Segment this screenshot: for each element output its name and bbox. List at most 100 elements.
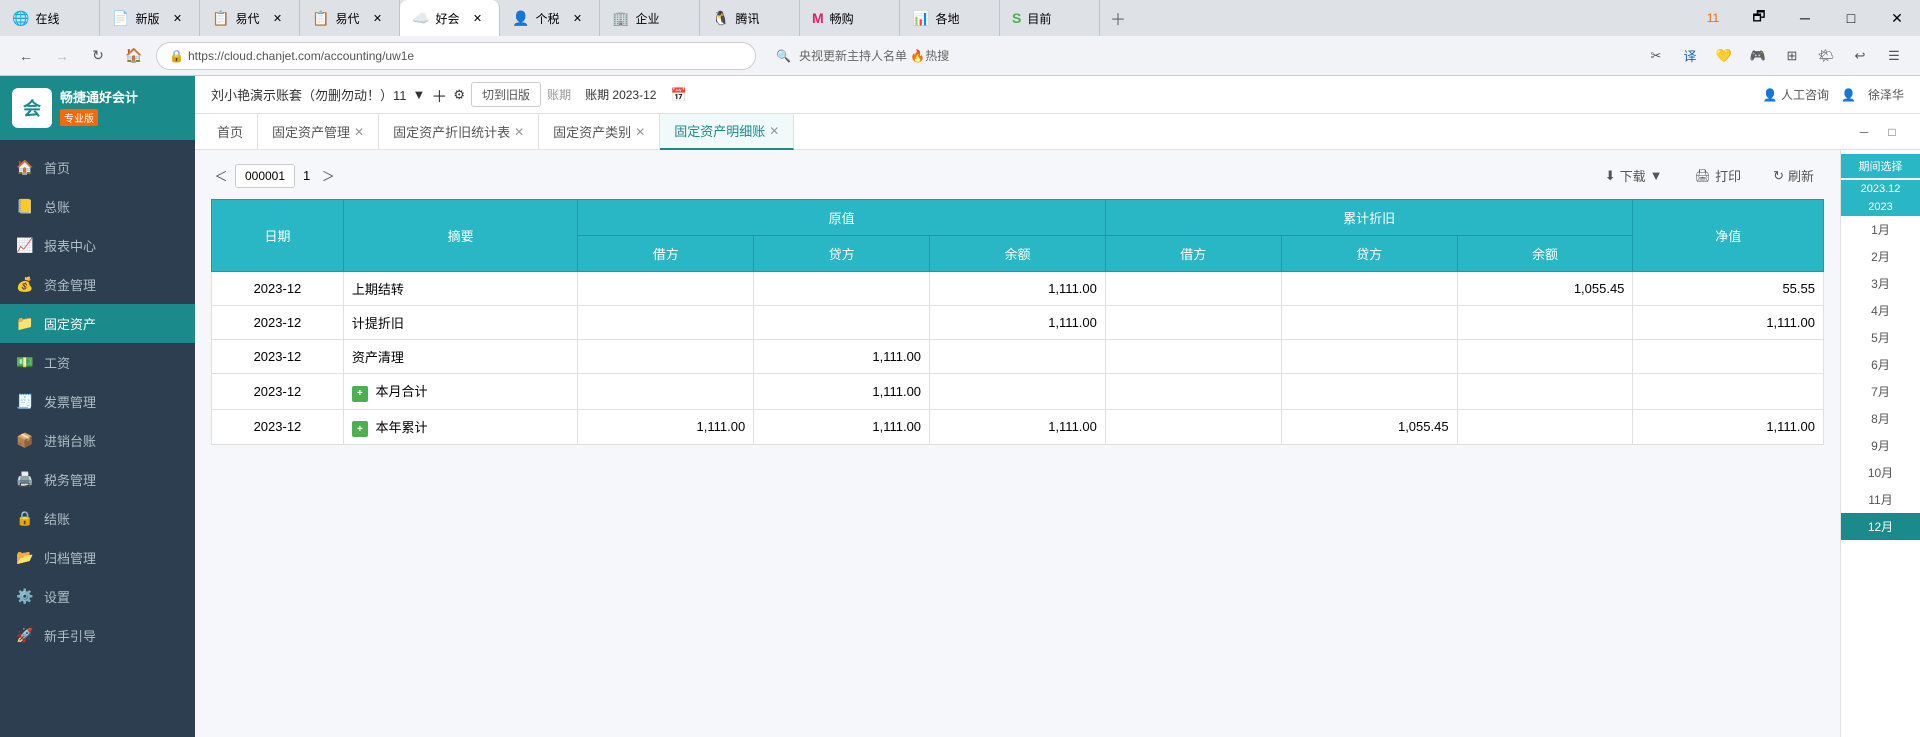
tab-fixed-assets-mgmt[interactable]: 固定资产管理 ✕ [258,114,379,150]
period-month-5[interactable]: 5月 [1841,324,1920,351]
sidebar-item-stock[interactable]: 📦 进销台账 [0,421,195,460]
settings-btn[interactable]: ⚙ [453,87,465,103]
browser-tab-qiye[interactable]: 🏢 企业 [600,0,700,36]
browser-tab-yidai2[interactable]: 📋 易代 ✕ [300,0,400,36]
settings-icon[interactable]: 🌤 [1812,42,1840,70]
customer-service-btn[interactable]: 👤 人工咨询 [1763,86,1829,103]
minimize-panel-btn[interactable]: ─ [1852,120,1876,144]
browser-tab-gedi[interactable]: 📊 各地 [900,0,1000,36]
browser-tab-muqian[interactable]: S 目前 [1000,0,1100,36]
cell-net-value-3 [1633,340,1824,374]
tab-depreciation-stats[interactable]: 固定资产折旧统计表 ✕ [379,114,539,150]
dropdown-icon[interactable]: ▼ [413,87,426,102]
browser-tab-geshui[interactable]: 👤 个税 ✕ [500,0,600,36]
sidebar-item-ledger[interactable]: 📒 总账 [0,187,195,226]
sidebar-item-payroll[interactable]: 💵 工资 [0,343,195,382]
close-tab-geshui[interactable]: ✕ [569,10,585,26]
wallet-icon[interactable]: 💛 [1710,42,1738,70]
browser-tab-haokuai[interactable]: ☁️ 好会 ✕ [400,0,500,36]
close-tab-haokuai[interactable]: ✕ [469,10,485,26]
period-month-6[interactable]: 6月 [1841,351,1920,378]
grid-icon[interactable]: ⊞ [1778,42,1806,70]
url-input[interactable]: 🔒 https://cloud.chanjet.com/accounting/u… [156,42,756,70]
switch-version-btn[interactable]: 切到旧版 [471,82,541,107]
home-button[interactable]: 🏠 [120,42,148,70]
cell-orig-credit-2 [754,306,930,340]
refresh-btn[interactable]: ↻ 刷新 [1763,162,1824,189]
sidebar-item-home[interactable]: 🏠 首页 [0,148,195,187]
add-account-btn[interactable]: ＋ [431,83,447,107]
games-icon[interactable]: 🎮 [1744,42,1772,70]
period-month-7[interactable]: 7月 [1841,378,1920,405]
undo-icon[interactable]: ↩ [1846,42,1874,70]
sidebar-item-guide[interactable]: 🚀 新手引导 [0,616,195,655]
close-tab-asset-detail[interactable]: ✕ [769,124,779,138]
cell-orig-balance-2: 1,111.00 [930,306,1106,340]
tab-home[interactable]: 首页 [203,114,258,150]
cell-dep-balance-1: 1,055.45 [1457,272,1633,306]
sidebar-item-invoice[interactable]: 🧾 发票管理 [0,382,195,421]
window-badge[interactable]: 11 [1690,0,1736,36]
period-month-8[interactable]: 8月 [1841,405,1920,432]
browser-tab-chang[interactable]: M 畅购 [800,0,900,36]
period-month-3[interactable]: 3月 [1841,270,1920,297]
translate-icon[interactable]: 译 [1676,42,1704,70]
close-tab-yidai2[interactable]: ✕ [369,10,385,26]
close-tab-fixed-assets-mgmt[interactable]: ✕ [354,125,364,139]
window-maximize[interactable]: □ [1828,0,1874,36]
cell-orig-credit-5: 1,111.00 [754,409,930,445]
cell-dep-balance-2 [1457,306,1633,340]
cell-date-5: 2023-12 [212,409,344,445]
period-month-4[interactable]: 4月 [1841,297,1920,324]
download-btn[interactable]: ⬇ 下载 ▼ [1595,162,1673,189]
sidebar-logo: 会 畅捷通好会计 专业版 [0,76,195,140]
sidebar-item-settings[interactable]: ⚙️ 设置 [0,577,195,616]
browser-tab-tencent[interactable]: 🐧 腾讯 [700,0,800,36]
prev-page-btn[interactable]: ＜ [211,166,231,186]
window-restore[interactable]: 🗗 [1736,0,1782,36]
sidebar-item-fixed-assets[interactable]: 📁 固定资产 [0,304,195,343]
period-month-9[interactable]: 9月 [1841,432,1920,459]
cell-dep-balance-3 [1457,340,1633,374]
period-year-selected[interactable]: 2023.12 [1841,180,1920,198]
tab-asset-detail[interactable]: 固定资产明细账 ✕ [660,114,794,150]
period-month-1[interactable]: 1月 [1841,216,1920,243]
sidebar: 会 畅捷通好会计 专业版 🏠 首页 📒 总账 📈 报表中心 💰 资金管理 [0,76,195,737]
new-tab-button[interactable]: ＋ [1100,0,1136,36]
browser-tab-yidai1[interactable]: 📋 易代 ✕ [200,0,300,36]
sidebar-item-reports[interactable]: 📈 报表中心 [0,226,195,265]
sidebar-item-funds[interactable]: 💰 资金管理 [0,265,195,304]
cell-orig-credit-3: 1,111.00 [754,340,930,374]
window-close[interactable]: ✕ [1874,0,1920,36]
page-input[interactable] [235,164,295,188]
period-month-11[interactable]: 11月 [1841,486,1920,513]
period-month-10[interactable]: 10月 [1841,459,1920,486]
forward-button[interactable]: → [48,42,76,70]
sidebar-item-archive[interactable]: 📂 归档管理 [0,538,195,577]
browser-tab-new[interactable]: 📄 新版 ✕ [100,0,200,36]
th-net-value: 净值 [1633,200,1824,272]
reload-button[interactable]: ↻ [84,42,112,70]
cell-summary-4: + 本月合计 [343,374,577,410]
period-month-12[interactable]: 12月 [1841,513,1920,540]
browser-tab-online[interactable]: 🌐 在线 [0,0,100,36]
sidebar-item-closing[interactable]: 🔒 结账 [0,499,195,538]
maximize-panel-btn[interactable]: □ [1880,120,1904,144]
period-month-2[interactable]: 2月 [1841,243,1920,270]
extensions-icon[interactable]: ✂ [1642,42,1670,70]
next-page-btn[interactable]: ＞ [318,166,338,186]
table-row: 2023-12 计提折旧 1,111.00 1,111.00 [212,306,1824,340]
user-avatar[interactable]: 👤 [1841,88,1856,102]
tab-asset-category[interactable]: 固定资产类别 ✕ [539,114,660,150]
close-tab-depreciation-stats[interactable]: ✕ [514,125,524,139]
print-btn[interactable]: 🖨 打印 [1685,162,1752,189]
sidebar-item-tax[interactable]: 🖨️ 税务管理 [0,460,195,499]
period-selector: 期间选择 2023.12 2023 1月 2月 3月 4月 5月 6月 7月 8… [1840,150,1920,737]
close-tab-new[interactable]: ✕ [169,10,185,26]
menu-icon[interactable]: ☰ [1880,42,1908,70]
window-minimize[interactable]: ─ [1782,0,1828,36]
close-tab-asset-category[interactable]: ✕ [635,125,645,139]
calendar-icon[interactable]: 📅 [670,87,686,103]
back-button[interactable]: ← [12,42,40,70]
close-tab-yidai1[interactable]: ✕ [269,10,285,26]
